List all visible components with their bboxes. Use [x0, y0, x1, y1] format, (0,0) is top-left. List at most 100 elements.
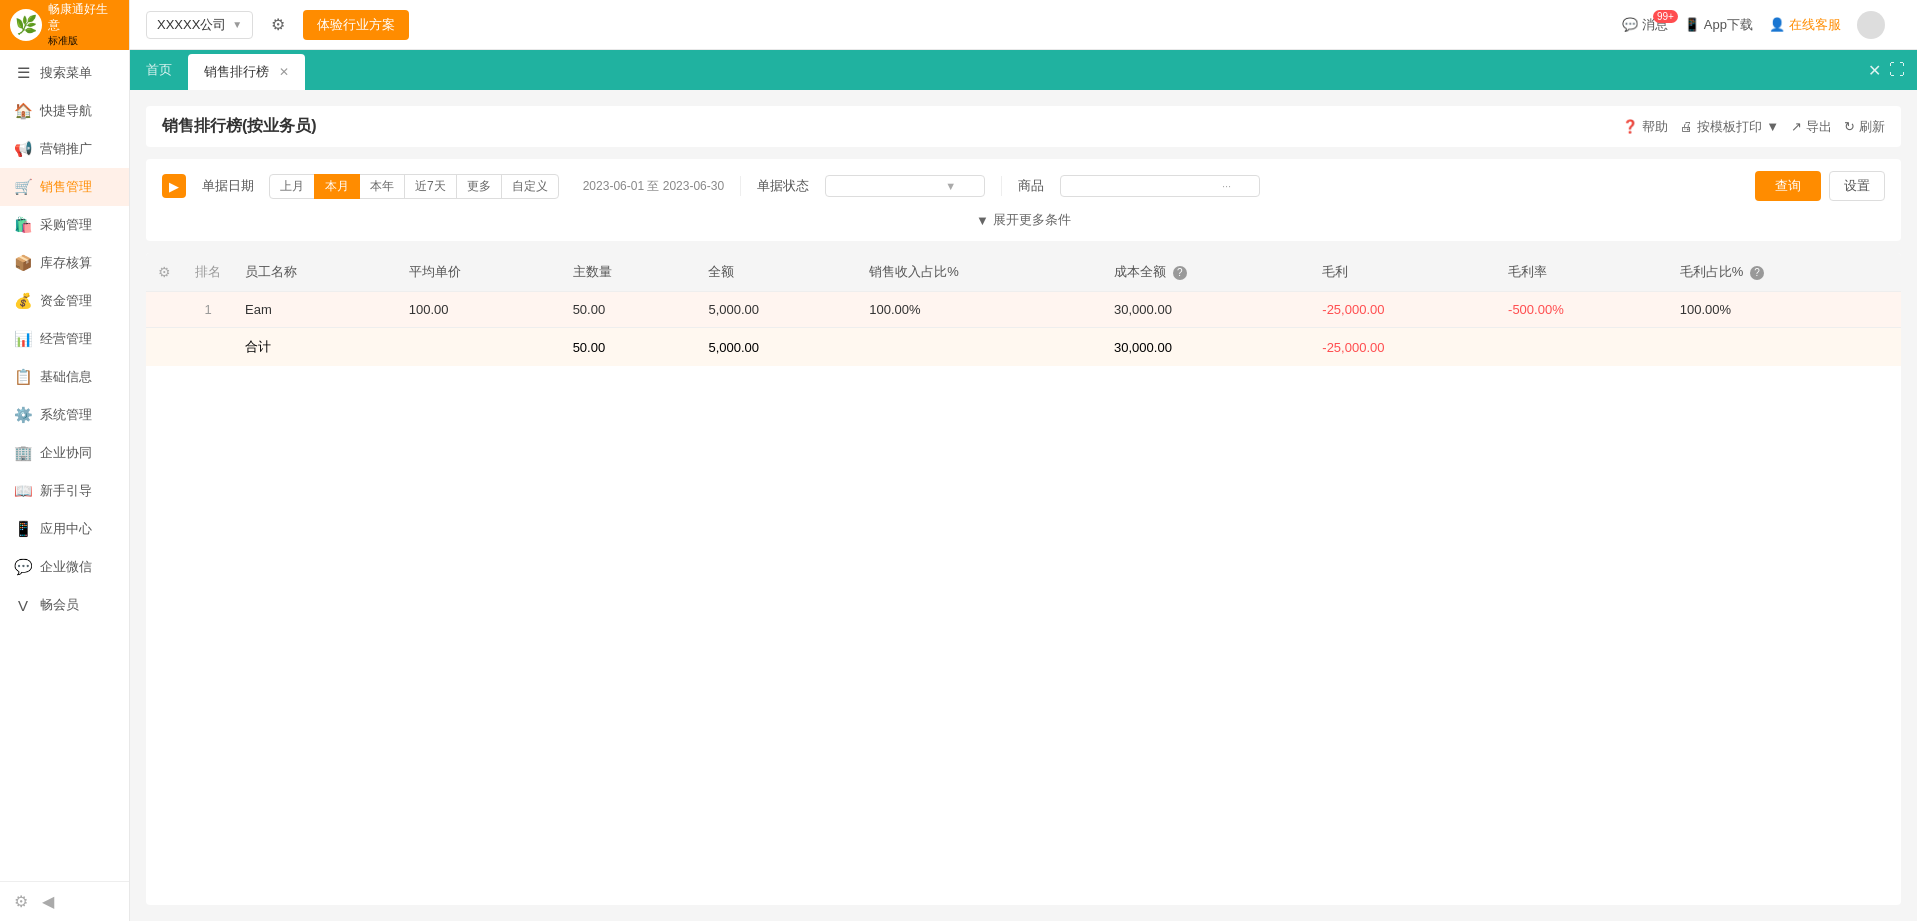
footer-empty-6: [1668, 328, 1901, 367]
sidebar-label-quick-nav: 快捷导航: [40, 102, 92, 120]
sidebar-icon-marketing: 📢: [14, 140, 32, 158]
row-amount: 5,000.00: [696, 292, 857, 328]
gross-pct-help-icon[interactable]: ?: [1750, 266, 1764, 280]
sidebar-label-wechat: 企业微信: [40, 558, 92, 576]
row-gross-rate: -500.00%: [1496, 292, 1668, 328]
avatar[interactable]: [1857, 11, 1885, 39]
date-tab-prev-month[interactable]: 上月: [269, 174, 315, 199]
sidebar-item-inventory[interactable]: 📦 库存核算: [0, 244, 129, 282]
logo-subtitle: 标准版: [48, 34, 119, 48]
row-rank: 1: [183, 292, 233, 328]
sidebar-icon-purchase: 🛍️: [14, 216, 32, 234]
table-row: 1 Eam 100.00 50.00 5,000.00 100.00% 30,0…: [146, 292, 1901, 328]
message-icon: 💬: [1622, 17, 1638, 32]
company-selector[interactable]: XXXXX公司 ▼: [146, 11, 253, 39]
page-title: 销售排行榜(按业务员): [162, 116, 317, 137]
tab-sales-rank[interactable]: 销售排行榜✕: [188, 54, 305, 90]
app-icon: 📱: [1684, 17, 1700, 32]
sidebar-label-enterprise: 企业协同: [40, 444, 92, 462]
sidebar-collapse-icon[interactable]: ◀: [42, 892, 54, 911]
data-table-wrap: ⚙ 排名 员工名称 平均单价 主数量 全额 销售收入占比% 成本全额 ? 毛利 …: [146, 253, 1901, 905]
sidebar-item-system[interactable]: ⚙️ 系统管理: [0, 396, 129, 434]
sidebar-item-basic-info[interactable]: 📋 基础信息: [0, 358, 129, 396]
sidebar-icon-operations: 📊: [14, 330, 32, 348]
sidebar-icon-guide: 📖: [14, 482, 32, 500]
row-cost: 30,000.00: [1102, 292, 1310, 328]
date-tab-cur-year[interactable]: 本年: [359, 174, 405, 199]
sidebar-label-sales: 销售管理: [40, 178, 92, 196]
sidebar-item-enterprise[interactable]: 🏢 企业协同: [0, 434, 129, 472]
logo-title: 畅康通好生意: [48, 2, 119, 33]
sidebar-label-guide: 新手引导: [40, 482, 92, 500]
filter-expand-icon[interactable]: ▶: [162, 174, 186, 198]
company-dropdown-icon: ▼: [232, 19, 242, 30]
date-tab-last7[interactable]: 近7天: [404, 174, 457, 199]
refresh-icon: ↻: [1844, 119, 1855, 134]
tab-close-all-button[interactable]: ✕: [1868, 61, 1881, 80]
date-tab-cur-month[interactable]: 本月: [314, 174, 360, 199]
goods-more-icon: ···: [1222, 180, 1231, 192]
message-badge: 99+: [1653, 10, 1678, 23]
refresh-button[interactable]: ↻ 刷新: [1844, 118, 1885, 136]
sidebar-settings-icon[interactable]: ⚙: [14, 892, 28, 911]
help-icon: ❓: [1622, 119, 1638, 134]
sidebar-nav: ☰ 搜索菜单 🏠 快捷导航 📢 营销推广 🛒 销售管理 🛍️ 采购管理 📦 库存…: [0, 50, 129, 881]
trial-button[interactable]: 体验行业方案: [303, 10, 409, 40]
sidebar-item-guide[interactable]: 📖 新手引导: [0, 472, 129, 510]
page-actions: ❓ 帮助 🖨 按模板打印 ▼ ↗ 导出 ↻ 刷新: [1622, 118, 1885, 136]
sidebar-item-marketing[interactable]: 📢 营销推广: [0, 130, 129, 168]
sidebar-item-operations[interactable]: 📊 经营管理: [0, 320, 129, 358]
sidebar-label-app-center: 应用中心: [40, 520, 92, 538]
app-download-button[interactable]: 📱 App下载: [1684, 16, 1753, 34]
header-settings-button[interactable]: ⚙: [263, 10, 293, 40]
online-service-button[interactable]: 👤 在线客服: [1769, 16, 1841, 34]
col-gross-rate-header: 毛利率: [1496, 253, 1668, 292]
service-icon: 👤: [1769, 17, 1785, 32]
query-button[interactable]: 查询: [1755, 171, 1821, 201]
tab-close-sales-rank[interactable]: ✕: [279, 65, 289, 79]
export-button[interactable]: ↗ 导出: [1791, 118, 1832, 136]
sidebar-icon-quick-nav: 🏠: [14, 102, 32, 120]
date-label: 单据日期: [202, 177, 254, 195]
sidebar-item-member[interactable]: V 畅会员: [0, 586, 129, 624]
filter-settings-button[interactable]: 设置: [1829, 171, 1885, 201]
sidebar-label-basic-info: 基础信息: [40, 368, 92, 386]
message-button[interactable]: 💬 消息 99+: [1622, 16, 1668, 34]
tab-home[interactable]: 首页: [130, 50, 188, 90]
template-print-button[interactable]: 🖨 按模板打印 ▼: [1680, 118, 1779, 136]
col-settings-icon[interactable]: ⚙: [158, 264, 171, 280]
sidebar-icon-inventory: 📦: [14, 254, 32, 272]
date-tab-more[interactable]: 更多: [456, 174, 502, 199]
goods-input[interactable]: ···: [1060, 175, 1260, 197]
sidebar-item-purchase[interactable]: 🛍️ 采购管理: [0, 206, 129, 244]
tab-expand-button[interactable]: ⛶: [1889, 61, 1905, 79]
sidebar-item-search-order[interactable]: ☰ 搜索菜单: [0, 54, 129, 92]
sidebar-item-app-center[interactable]: 📱 应用中心: [0, 510, 129, 548]
date-tab-custom[interactable]: 自定义: [501, 174, 559, 199]
footer-gross: -25,000.00: [1310, 328, 1496, 367]
footer-cost: 30,000.00: [1102, 328, 1310, 367]
date-tabs: 上月本月本年近7天更多自定义: [270, 174, 559, 199]
footer-empty-3: [397, 328, 561, 367]
sidebar-item-sales[interactable]: 🛒 销售管理: [0, 168, 129, 206]
sidebar-item-wechat[interactable]: 💬 企业微信: [0, 548, 129, 586]
expand-more-button[interactable]: ▼ 展开更多条件: [976, 211, 1071, 229]
company-name: XXXXX公司: [157, 16, 226, 34]
filter-row: ▶ 单据日期 上月本月本年近7天更多自定义 2023-06-01 至 2023-…: [162, 171, 1885, 201]
sidebar-item-quick-nav[interactable]: 🏠 快捷导航: [0, 92, 129, 130]
status-select[interactable]: ▼: [825, 175, 985, 197]
sidebar-icon-enterprise: 🏢: [14, 444, 32, 462]
col-avg-price-header: 平均单价: [397, 253, 561, 292]
col-amount-header: 全额: [696, 253, 857, 292]
service-label: 在线客服: [1789, 16, 1841, 34]
footer-empty-2: [183, 328, 233, 367]
help-button[interactable]: ❓ 帮助: [1622, 118, 1668, 136]
sidebar-icon-system: ⚙️: [14, 406, 32, 424]
col-cost-header: 成本全额 ?: [1102, 253, 1310, 292]
row-name: Eam: [233, 292, 397, 328]
cost-help-icon[interactable]: ?: [1173, 266, 1187, 280]
sidebar-icon-wechat: 💬: [14, 558, 32, 576]
row-avg-price: 100.00: [397, 292, 561, 328]
sidebar-item-finance[interactable]: 💰 资金管理: [0, 282, 129, 320]
table-footer-row: 合计 50.00 5,000.00 30,000.00 -25,000.00: [146, 328, 1901, 367]
